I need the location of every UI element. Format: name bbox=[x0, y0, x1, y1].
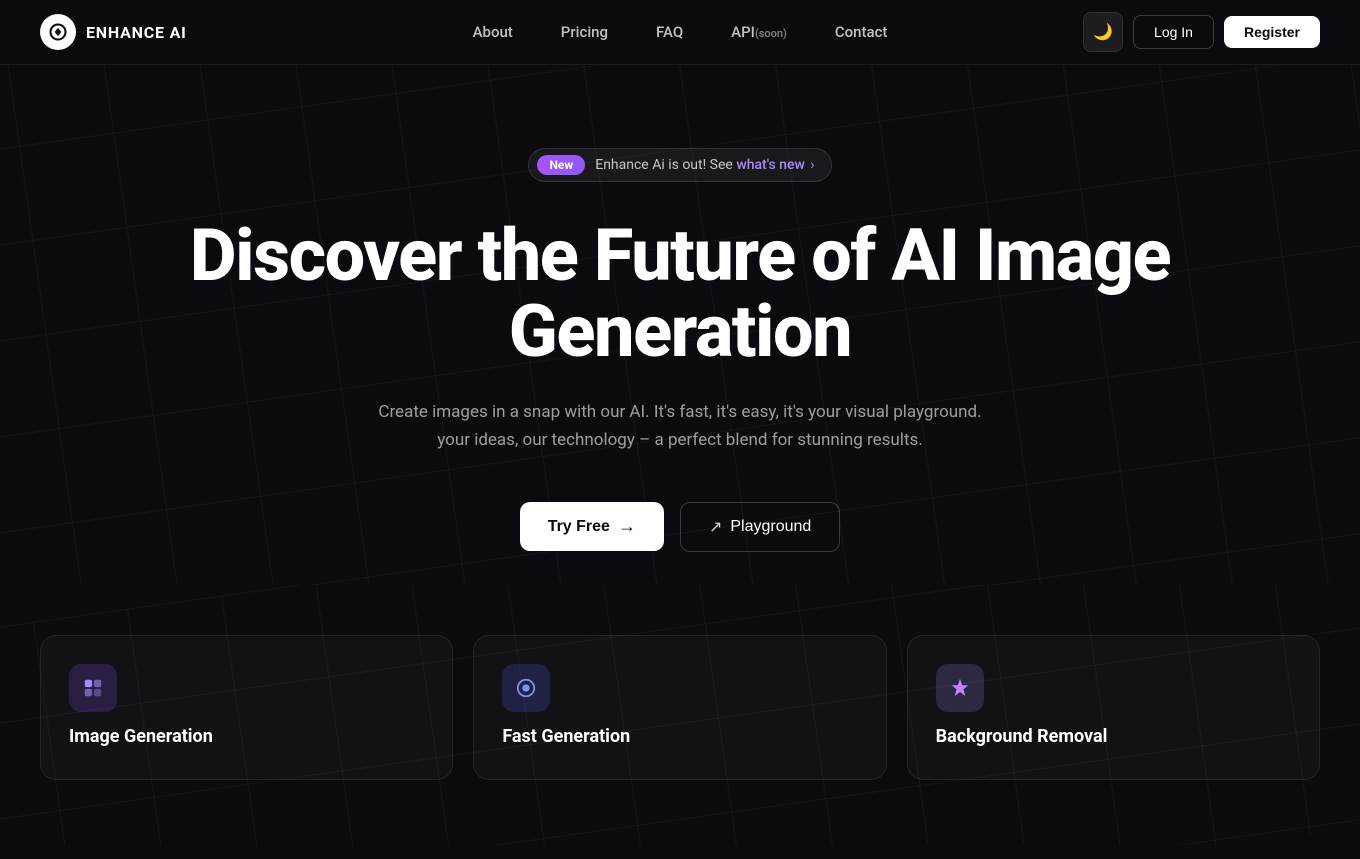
register-button[interactable]: Register bbox=[1224, 16, 1320, 48]
nav-pricing[interactable]: Pricing bbox=[541, 15, 628, 49]
hero-buttons: Try Free → ↗ Playground bbox=[520, 502, 841, 552]
announcement-badge: New Enhance Ai is out! See what's new › bbox=[528, 148, 831, 182]
whats-new-link[interactable]: what's new bbox=[736, 157, 805, 173]
hero-subtitle: Create images in a snap with our AI. It'… bbox=[370, 398, 990, 454]
feature-title-fast-gen: Fast Generation bbox=[502, 726, 857, 747]
fast-gen-icon bbox=[502, 664, 550, 712]
image-gen-icon bbox=[69, 664, 117, 712]
feature-card-image-gen: Image Generation bbox=[40, 635, 453, 780]
hero-section: New Enhance Ai is out! See what's new › … bbox=[0, 65, 1360, 635]
feature-card-bg-removal: Background Removal bbox=[907, 635, 1320, 780]
try-free-button[interactable]: Try Free → bbox=[520, 502, 664, 551]
feature-title-bg-removal: Background Removal bbox=[936, 726, 1291, 747]
main-content: New Enhance Ai is out! See what's new › … bbox=[0, 0, 1360, 859]
moon-icon: 🌙 bbox=[1093, 22, 1113, 42]
navbar: ENHANCE AI About Pricing FAQ API(soon) C… bbox=[0, 0, 1360, 65]
logo-icon bbox=[40, 14, 76, 50]
nav-contact[interactable]: Contact bbox=[815, 15, 908, 49]
login-button[interactable]: Log In bbox=[1133, 15, 1214, 49]
nav-faq[interactable]: FAQ bbox=[636, 15, 703, 49]
hero-title: Discover the Future of AI Image Generati… bbox=[130, 218, 1230, 369]
badge-arrow-icon: › bbox=[807, 157, 815, 173]
feature-card-fast-gen: Fast Generation bbox=[473, 635, 886, 780]
playground-button[interactable]: ↗ Playground bbox=[680, 502, 840, 552]
nav-actions: 🌙 Log In Register bbox=[1083, 12, 1320, 52]
logo-text: ENHANCE AI bbox=[86, 23, 187, 42]
badge-text: Enhance Ai is out! See what's new › bbox=[595, 157, 814, 173]
feature-title-image-gen: Image Generation bbox=[69, 726, 424, 747]
dark-mode-button[interactable]: 🌙 bbox=[1083, 12, 1123, 52]
nav-about[interactable]: About bbox=[453, 15, 533, 49]
nav-api[interactable]: API(soon) bbox=[711, 15, 807, 49]
features-section: Image Generation Fast Generation Backgro… bbox=[0, 635, 1360, 780]
external-link-icon: ↗ bbox=[709, 517, 722, 537]
nav-links: About Pricing FAQ API(soon) Contact bbox=[453, 15, 908, 49]
bg-removal-icon bbox=[936, 664, 984, 712]
new-pill: New bbox=[537, 155, 585, 175]
logo-link[interactable]: ENHANCE AI bbox=[40, 14, 187, 50]
arrow-icon: → bbox=[618, 516, 636, 537]
